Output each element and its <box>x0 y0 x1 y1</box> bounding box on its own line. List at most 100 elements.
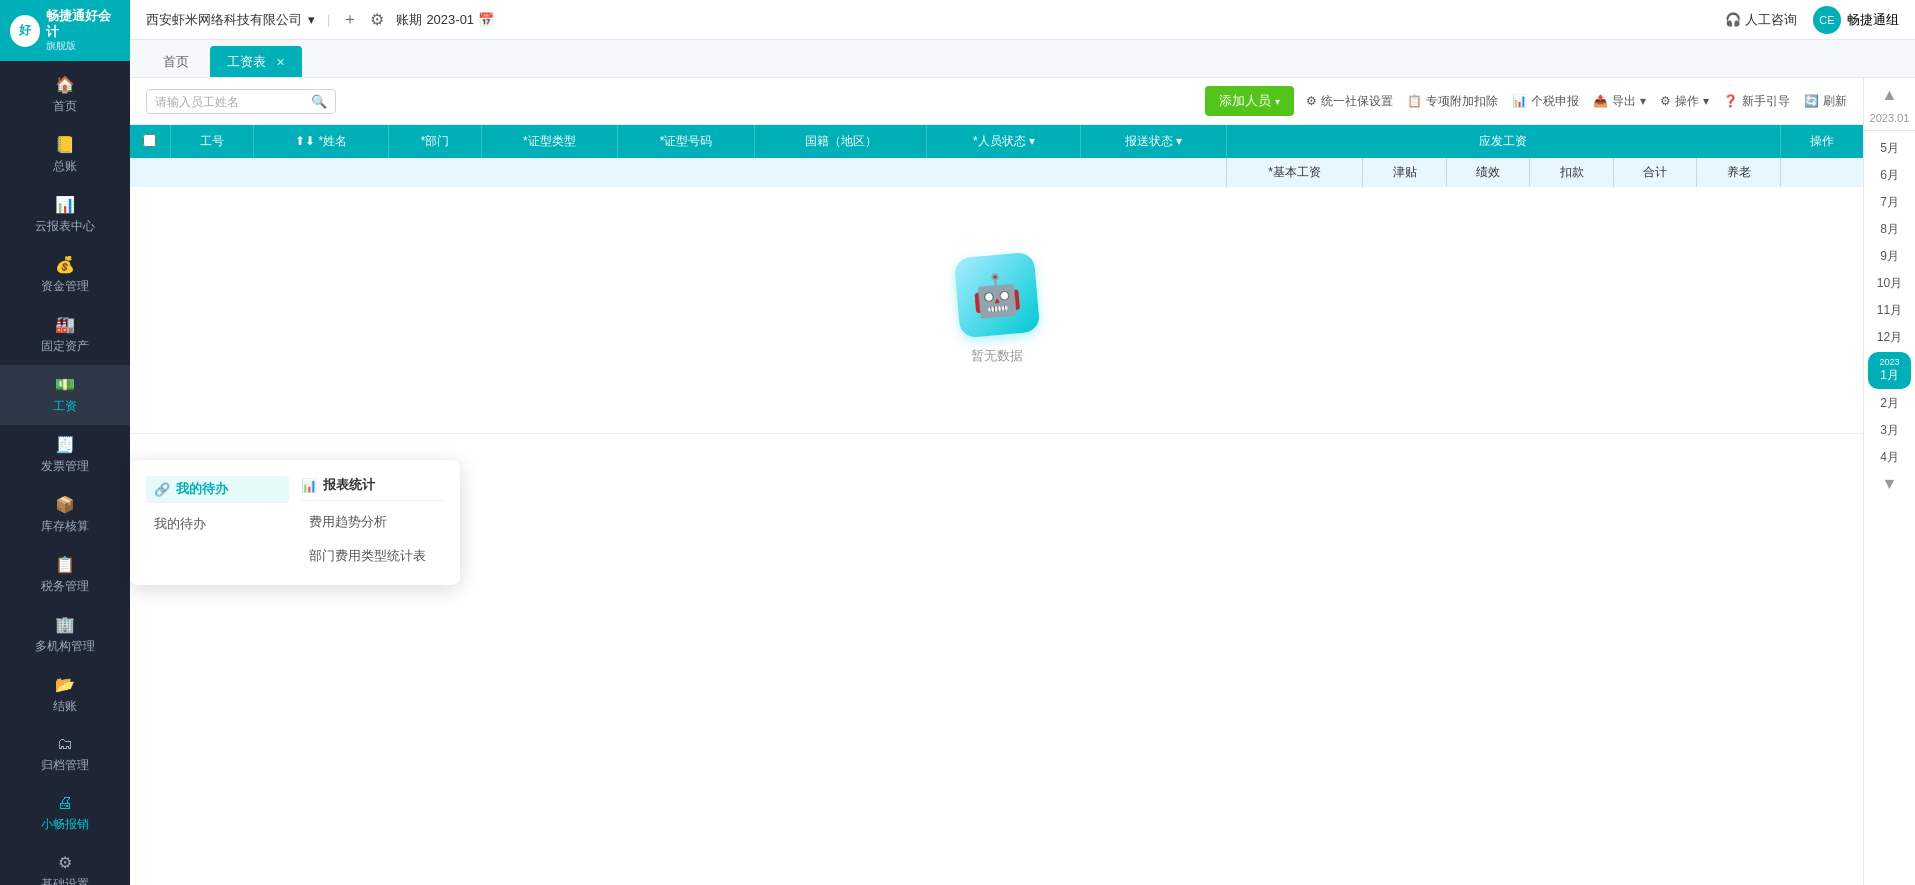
calendar-icon: 📅 <box>478 12 494 27</box>
month-item-2[interactable]: 7月 <box>1864 189 1915 216</box>
tab-home[interactable]: 首页 <box>146 46 206 77</box>
month-item-8[interactable]: 20231月 <box>1868 352 1911 389</box>
social-insurance-label: 统一社保设置 <box>1321 93 1393 110</box>
month-nav-up[interactable]: ▲ <box>1878 82 1902 108</box>
guide-label: 新手引导 <box>1742 93 1790 110</box>
popup-section-report: 📊 报表统计 费用趋势分析 部门费用类型统计表 <box>301 476 444 569</box>
search-box[interactable]: 🔍 <box>146 89 336 114</box>
period-label: 账期 <box>396 11 422 29</box>
sidebar-item-4[interactable]: 🏭 固定资产 <box>0 305 130 365</box>
user-menu[interactable]: CE 畅捷通组 <box>1813 6 1899 34</box>
sidebar-item-11[interactable]: 🗂归档管理 <box>0 725 130 784</box>
sidebar-icon-4: 🏭 <box>55 315 75 334</box>
month-item-10[interactable]: 3月 <box>1864 417 1915 444</box>
export-dropdown-icon: ▾ <box>1640 94 1646 108</box>
table-sub-header-row: *基本工资 津贴 绩效 扣款 合计 养老 <box>130 158 1863 187</box>
select-all-checkbox[interactable] <box>143 134 156 147</box>
header-status[interactable]: *人员状态 ▾ <box>927 125 1081 158</box>
popup-menu: 🔗 我的待办 我的待办 📊 报表统计 费用趋势分析 部门费用类型统计表 <box>130 460 460 585</box>
popup-item-todo[interactable]: 我的待办 <box>146 511 289 537</box>
month-item-7[interactable]: 12月 <box>1864 324 1915 351</box>
month-item-0[interactable]: 5月 <box>1864 135 1915 162</box>
consult-label: 人工咨询 <box>1745 11 1797 29</box>
guide-icon: ❓ <box>1723 94 1738 108</box>
popup-todo-title[interactable]: 🔗 我的待办 <box>146 476 289 503</box>
month-item-4[interactable]: 9月 <box>1864 243 1915 270</box>
sidebar-icon-12: 🖨 <box>57 794 73 812</box>
consult-button[interactable]: 🎧 人工咨询 <box>1725 11 1797 29</box>
operation-action[interactable]: ⚙ 操作 ▾ <box>1660 93 1709 110</box>
right-panel-title: 2023.01 <box>1864 108 1915 131</box>
checkbox-header[interactable] <box>130 125 170 158</box>
header-name[interactable]: ⬆⬇ *姓名 <box>253 125 388 158</box>
month-nav-down[interactable]: ▼ <box>1878 471 1902 497</box>
sidebar-item-2[interactable]: 📊云报表中心 <box>0 185 130 245</box>
add-person-dropdown-icon: ▾ <box>1275 96 1280 107</box>
sidebar-icon-8: 📋 <box>55 555 75 574</box>
sidebar-item-3[interactable]: 💰资金管理 <box>0 245 130 305</box>
month-item-6[interactable]: 11月 <box>1864 297 1915 324</box>
sidebar-item-9[interactable]: 🏢多机构管理 <box>0 605 130 665</box>
sidebar-item-1[interactable]: 📒总账 <box>0 125 130 185</box>
social-insurance-icon: ⚙ <box>1306 94 1317 108</box>
sidebar-label-5: 工资 <box>53 398 77 415</box>
header-empno: 工号 <box>170 125 253 158</box>
tab-payroll[interactable]: 工资表 ✕ <box>210 46 302 77</box>
month-item-9[interactable]: 2月 <box>1864 390 1915 417</box>
payroll-table: 工号 ⬆⬇ *姓名 *部门 *证型类型 *证型号码 国籍（地区） *人员状态 ▾… <box>130 125 1863 434</box>
tab-home-label: 首页 <box>163 54 189 69</box>
popup-report-title[interactable]: 📊 报表统计 <box>301 476 444 501</box>
popup-todo-icon: 🔗 <box>154 482 170 497</box>
sidebar-icon-10: 📂 <box>55 675 75 694</box>
deduction-action[interactable]: 📋 专项附加扣除 <box>1407 93 1498 110</box>
month-item-1[interactable]: 6月 <box>1864 162 1915 189</box>
sidebar-item-13[interactable]: ⚙基础设置 <box>0 843 130 885</box>
username: 畅捷通组 <box>1847 11 1899 29</box>
refresh-label: 刷新 <box>1823 93 1847 110</box>
settings-icon[interactable]: ⚙ <box>370 10 384 29</box>
toolbar-actions: ⚙ 统一社保设置 📋 专项附加扣除 📊 个税申报 📤 导出 ▾ <box>1306 93 1847 110</box>
refresh-action[interactable]: 🔄 刷新 <box>1804 93 1847 110</box>
table-header-row: 工号 ⬆⬇ *姓名 *部门 *证型类型 *证型号码 国籍（地区） *人员状态 ▾… <box>130 125 1863 158</box>
app-logo[interactable]: 好 畅捷通好会计 旗舰版 <box>0 0 130 61</box>
sub-header-deduction: 扣款 <box>1530 158 1613 187</box>
sidebar-icon-6: 🧾 <box>55 435 75 454</box>
month-item-5[interactable]: 10月 <box>1864 270 1915 297</box>
popup-item-trend[interactable]: 费用趋势分析 <box>301 509 444 535</box>
popup-item-dept-stats[interactable]: 部门费用类型统计表 <box>301 543 444 569</box>
period-selector[interactable]: 账期 2023-01 📅 <box>396 11 494 29</box>
social-insurance-action[interactable]: ⚙ 统一社保设置 <box>1306 93 1393 110</box>
sidebar-item-7[interactable]: 📦库存核算 <box>0 485 130 545</box>
sidebar-icon-3: 💰 <box>55 255 75 274</box>
sidebar-item-8[interactable]: 📋税务管理 <box>0 545 130 605</box>
sidebar-item-6[interactable]: 🧾发票管理 <box>0 425 130 485</box>
tax-report-icon: 📊 <box>1512 94 1527 108</box>
add-company-button[interactable]: ＋ <box>342 9 358 30</box>
guide-action[interactable]: ❓ 新手引导 <box>1723 93 1790 110</box>
sidebar-item-5[interactable]: 💵工资 <box>0 365 130 425</box>
sidebar-item-12[interactable]: 🖨小畅报销 <box>0 784 130 843</box>
right-panel: ▲ 2023.01 5月6月7月8月9月10月11月12月20231月2月3月4… <box>1863 78 1915 885</box>
export-action[interactable]: 📤 导出 ▾ <box>1593 93 1646 110</box>
sidebar-label-13: 基础设置 <box>41 876 89 885</box>
header-report-status[interactable]: 报送状态 ▾ <box>1081 125 1226 158</box>
tab-payroll-label: 工资表 <box>227 54 266 69</box>
search-input[interactable] <box>155 94 305 109</box>
header-dept: *部门 <box>389 125 481 158</box>
search-icon[interactable]: 🔍 <box>311 94 327 109</box>
app-sub: 旗舰版 <box>46 39 120 53</box>
deduction-label: 专项附加扣除 <box>1426 93 1498 110</box>
tax-report-action[interactable]: 📊 个税申报 <box>1512 93 1579 110</box>
tab-close-icon[interactable]: ✕ <box>276 56 285 68</box>
company-selector[interactable]: 西安虾米网络科技有限公司 ▾ <box>146 11 315 29</box>
sub-header-total: 合计 <box>1613 158 1696 187</box>
sidebar-item-0[interactable]: 🏠首页 <box>0 65 130 125</box>
add-person-button[interactable]: 添加人员 ▾ <box>1205 86 1294 116</box>
sidebar-item-10[interactable]: 📂结账 <box>0 665 130 725</box>
tax-report-label: 个税申报 <box>1531 93 1579 110</box>
app-name: 畅捷通好会计 <box>46 8 120 39</box>
month-item-3[interactable]: 8月 <box>1864 216 1915 243</box>
sidebar-label-4: 固定资产 <box>41 338 89 355</box>
deduction-icon: 📋 <box>1407 94 1422 108</box>
month-item-11[interactable]: 4月 <box>1864 444 1915 471</box>
